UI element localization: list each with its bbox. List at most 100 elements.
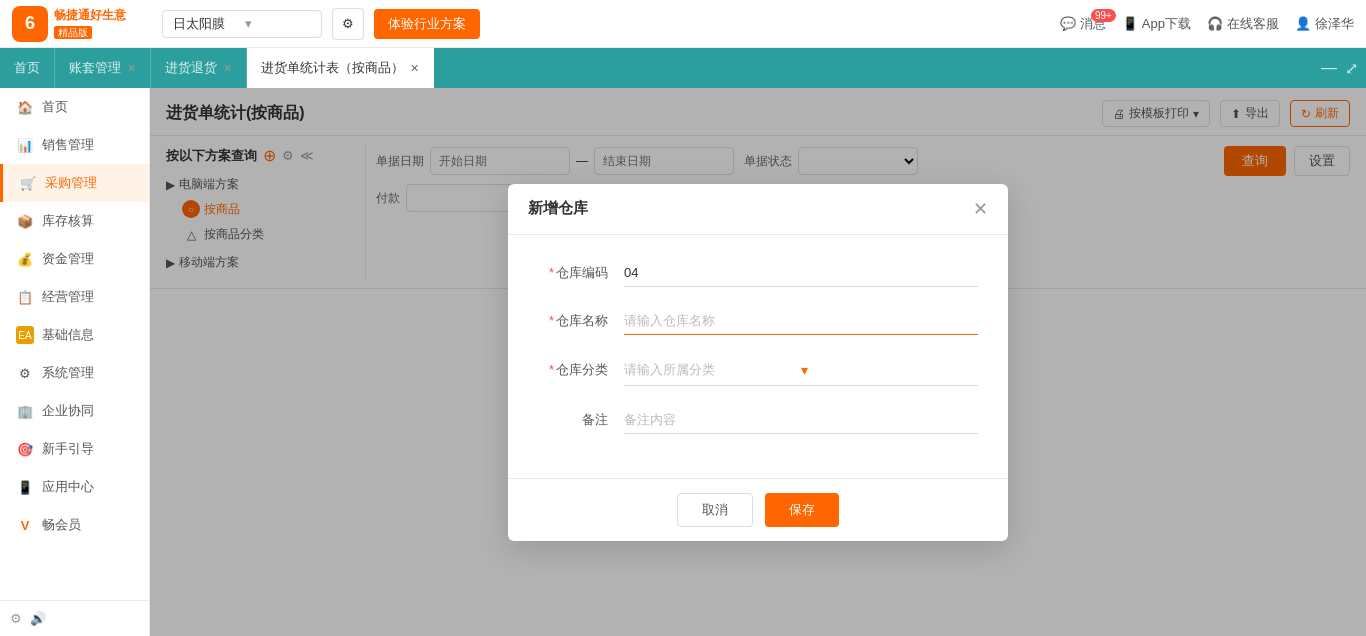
code-input[interactable] bbox=[624, 259, 978, 287]
app-logo-icon: 6 bbox=[12, 6, 48, 42]
name-label: 仓库名称 bbox=[538, 312, 608, 330]
dialog-body: 仓库编码 仓库名称 仓库分类 请输入所属分类 ▾ bbox=[508, 235, 1008, 478]
dialog-title: 新增仓库 bbox=[528, 199, 588, 218]
headset-icon: 🎧 bbox=[1207, 16, 1223, 31]
form-row-remark: 备注 bbox=[538, 406, 978, 434]
category-select[interactable]: 请输入所属分类 ▾ bbox=[624, 355, 978, 386]
name-input[interactable] bbox=[624, 307, 978, 335]
cancel-button[interactable]: 取消 bbox=[677, 493, 753, 527]
main-layout: 🏠 首页 📊 销售管理 🛒 采购管理 📦 库存核算 💰 资金管理 📋 经营管理 … bbox=[0, 88, 1366, 636]
sidebar-item-guide[interactable]: 🎯 新手引导 bbox=[0, 430, 149, 468]
member-icon: V bbox=[16, 516, 34, 534]
sidebar-label-basic-info: 基础信息 bbox=[42, 326, 94, 344]
accounts-tab-close[interactable]: ✕ bbox=[127, 62, 136, 75]
store-name: 日太阳膜 bbox=[173, 15, 239, 33]
tab-home[interactable]: 首页 bbox=[0, 48, 55, 88]
form-row-code: 仓库编码 bbox=[538, 259, 978, 287]
store-selector[interactable]: 日太阳膜 ▾ bbox=[162, 10, 322, 38]
remark-input[interactable] bbox=[624, 406, 978, 434]
guide-icon: 🎯 bbox=[16, 440, 34, 458]
sidebar-item-inventory[interactable]: 📦 库存核算 bbox=[0, 202, 149, 240]
sidebar-label-system: 系统管理 bbox=[42, 364, 94, 382]
sidebar: 🏠 首页 📊 销售管理 🛒 采购管理 📦 库存核算 💰 资金管理 📋 经营管理 … bbox=[0, 88, 150, 636]
dialog-header: 新增仓库 ✕ bbox=[508, 184, 1008, 235]
app-download-button[interactable]: 📱 App下载 bbox=[1122, 15, 1191, 33]
app-center-icon: 📱 bbox=[16, 478, 34, 496]
basic-info-icon: EA bbox=[16, 326, 34, 344]
gear-icon: ⚙ bbox=[342, 16, 354, 31]
sidebar-item-sales[interactable]: 📊 销售管理 bbox=[0, 126, 149, 164]
tab-purchase-stats[interactable]: 进货单统计表（按商品） ✕ bbox=[247, 48, 434, 88]
finance-icon: 💰 bbox=[16, 250, 34, 268]
sidebar-label-app-center: 应用中心 bbox=[42, 478, 94, 496]
sidebar-label-operations: 经营管理 bbox=[42, 288, 94, 306]
category-arrow-icon: ▾ bbox=[801, 362, 978, 378]
tab-spacer bbox=[434, 48, 1313, 88]
sidebar-label-purchase: 采购管理 bbox=[45, 174, 97, 192]
logo-area: 6 畅捷通好生意 精品版 bbox=[12, 6, 152, 42]
system-icon: ⚙ bbox=[16, 364, 34, 382]
form-row-name: 仓库名称 bbox=[538, 307, 978, 335]
tab-bar: 首页 账套管理 ✕ 进货退货 ✕ 进货单统计表（按商品） ✕ — ⤢ bbox=[0, 48, 1366, 88]
sidebar-item-finance[interactable]: 💰 资金管理 bbox=[0, 240, 149, 278]
dialog-overlay: 新增仓库 ✕ 仓库编码 仓库名称 仓库分类 请输入 bbox=[150, 88, 1366, 636]
save-button[interactable]: 保存 bbox=[765, 493, 839, 527]
sidebar-label-finance: 资金管理 bbox=[42, 250, 94, 268]
user-profile-button[interactable]: 👤 徐泽华 bbox=[1295, 15, 1354, 33]
sidebar-label-inventory: 库存核算 bbox=[42, 212, 94, 230]
sidebar-label-sales: 销售管理 bbox=[42, 136, 94, 154]
sidebar-item-enterprise[interactable]: 🏢 企业协同 bbox=[0, 392, 149, 430]
purchase-return-tab-label: 进货退货 bbox=[165, 59, 217, 77]
category-label: 仓库分类 bbox=[538, 361, 608, 379]
home-icon: 🏠 bbox=[16, 98, 34, 116]
top-right-area: 💬 消息 99+ 📱 App下载 🎧 在线客服 👤 徐泽华 bbox=[1060, 15, 1354, 33]
operations-icon: 📋 bbox=[16, 288, 34, 306]
brand-name: 畅捷通好生意 bbox=[54, 7, 126, 24]
tab-minimize-icon[interactable]: — bbox=[1321, 59, 1337, 77]
code-label: 仓库编码 bbox=[538, 264, 608, 282]
purchase-icon: 🛒 bbox=[19, 174, 37, 192]
sidebar-collapse-icon[interactable]: ⚙ bbox=[10, 611, 22, 626]
trial-button[interactable]: 体验行业方案 bbox=[374, 9, 480, 39]
remark-label: 备注 bbox=[538, 411, 608, 429]
sidebar-sound-icon[interactable]: 🔊 bbox=[30, 611, 46, 626]
sidebar-label-guide: 新手引导 bbox=[42, 440, 94, 458]
message-icon: 💬 bbox=[1060, 16, 1076, 31]
user-icon: 👤 bbox=[1295, 16, 1311, 31]
inventory-icon: 📦 bbox=[16, 212, 34, 230]
accounts-tab-label: 账套管理 bbox=[69, 59, 121, 77]
content-area: 进货单统计(按商品) 🖨 按模板打印 ▾ ⬆ 导出 ↻ 刷新 bbox=[150, 88, 1366, 636]
sidebar-item-home[interactable]: 🏠 首页 bbox=[0, 88, 149, 126]
tab-accounts[interactable]: 账套管理 ✕ bbox=[55, 48, 151, 88]
category-placeholder: 请输入所属分类 bbox=[624, 361, 801, 379]
sales-icon: 📊 bbox=[16, 136, 34, 154]
purchase-stats-tab-close[interactable]: ✕ bbox=[410, 62, 419, 75]
purchase-stats-tab-label: 进货单统计表（按商品） bbox=[261, 59, 404, 77]
sidebar-item-system[interactable]: ⚙ 系统管理 bbox=[0, 354, 149, 392]
new-warehouse-dialog: 新增仓库 ✕ 仓库编码 仓库名称 仓库分类 请输入 bbox=[508, 184, 1008, 541]
sidebar-item-basic-info[interactable]: EA 基础信息 bbox=[0, 316, 149, 354]
purchase-return-tab-close[interactable]: ✕ bbox=[223, 62, 232, 75]
settings-button[interactable]: ⚙ bbox=[332, 8, 364, 40]
sidebar-label-home: 首页 bbox=[42, 98, 68, 116]
mobile-icon: 📱 bbox=[1122, 16, 1138, 31]
sidebar-item-member[interactable]: V 畅会员 bbox=[0, 506, 149, 544]
sidebar-label-member: 畅会员 bbox=[42, 516, 81, 534]
chevron-down-icon: ▾ bbox=[245, 16, 311, 31]
online-service-button[interactable]: 🎧 在线客服 bbox=[1207, 15, 1279, 33]
tab-controls: — ⤢ bbox=[1313, 48, 1366, 88]
sidebar-item-purchase[interactable]: 🛒 采购管理 bbox=[0, 164, 149, 202]
sidebar-label-enterprise: 企业协同 bbox=[42, 402, 94, 420]
message-badge: 99+ bbox=[1091, 9, 1116, 22]
sidebar-item-operations[interactable]: 📋 经营管理 bbox=[0, 278, 149, 316]
edition-badge: 精品版 bbox=[54, 26, 92, 39]
tab-purchase-return[interactable]: 进货退货 ✕ bbox=[151, 48, 247, 88]
home-tab-label: 首页 bbox=[14, 59, 40, 77]
dialog-footer: 取消 保存 bbox=[508, 478, 1008, 541]
dialog-close-button[interactable]: ✕ bbox=[973, 198, 988, 220]
sidebar-item-app-center[interactable]: 📱 应用中心 bbox=[0, 468, 149, 506]
messages-button[interactable]: 💬 消息 99+ bbox=[1060, 15, 1106, 33]
sidebar-bottom: ⚙ 🔊 bbox=[0, 600, 149, 636]
tab-maximize-icon[interactable]: ⤢ bbox=[1345, 59, 1358, 78]
top-bar: 6 畅捷通好生意 精品版 日太阳膜 ▾ ⚙ 体验行业方案 💬 消息 99+ 📱 … bbox=[0, 0, 1366, 48]
